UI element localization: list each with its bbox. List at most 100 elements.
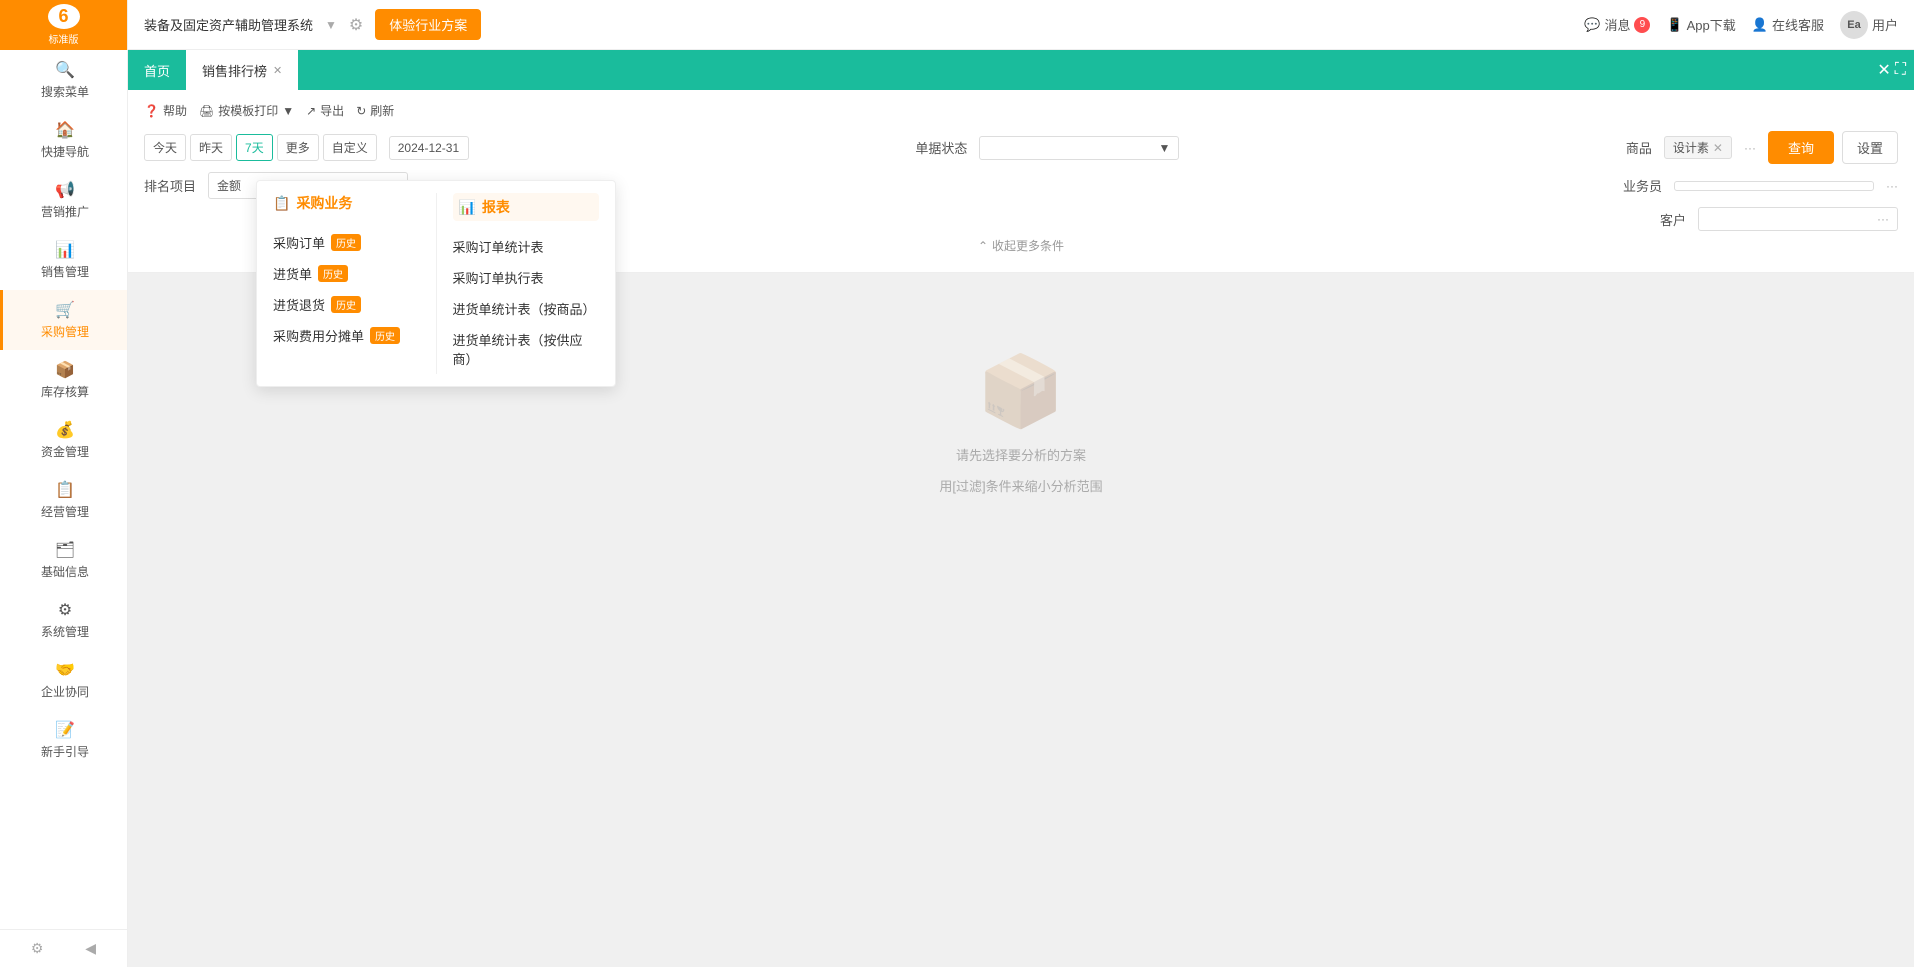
- industry-btn[interactable]: 体验行业方案: [375, 9, 481, 40]
- report-incoming-goods-item[interactable]: 进货单统计表（按商品）: [453, 293, 600, 324]
- finance-icon: 💰: [55, 420, 75, 440]
- sidebar-logo: 6 标准版: [0, 0, 127, 50]
- incoming-item[interactable]: 进货单 历史: [273, 258, 420, 289]
- topbar-dropdown-icon[interactable]: ▼: [325, 18, 337, 32]
- collapse-up-icon: ⌃: [978, 239, 988, 253]
- message-badge: 9: [1634, 17, 1650, 33]
- sales-icon: 📊: [55, 240, 75, 260]
- sidebar-item-system[interactable]: ⚙ 系统管理: [0, 590, 127, 650]
- logo-icon: 6: [48, 4, 80, 29]
- doc-status-label: 单据状态: [915, 138, 967, 157]
- customer-select[interactable]: ···: [1698, 207, 1898, 231]
- sidebar-settings-btn[interactable]: ⚙: [31, 940, 44, 957]
- tab-home[interactable]: 首页: [128, 50, 186, 90]
- sidebar-item-finance[interactable]: 💰 资金管理: [0, 410, 127, 470]
- message-btn[interactable]: 💬 消息 9: [1584, 15, 1650, 34]
- tab-sales-rank[interactable]: 销售排行榜 ✕: [186, 50, 298, 90]
- sidebar-item-search[interactable]: 🔍 搜索菜单: [0, 50, 127, 110]
- filter-toolbar: ❓ 帮助 🖨 按模板打印 ▼ ↗ 导出 ↻ 刷新: [144, 102, 1898, 127]
- report-incoming-supplier-item[interactable]: 进货单统计表（按供应商）: [453, 324, 600, 374]
- online-service-btn[interactable]: 👤 在线客服: [1752, 15, 1824, 34]
- tab-expand-icon[interactable]: ⛶: [1895, 61, 1906, 79]
- purchase-order-badge: 历史: [331, 234, 361, 251]
- dropdown-menu-inner: 📋 采购业务 采购订单 历史 进货单 历史 进货退货 历史: [257, 193, 615, 374]
- dropdown-report-title: 📊 报表: [453, 193, 600, 221]
- rank-label: 排名项目: [144, 176, 196, 195]
- goods-tag-close[interactable]: ✕: [1713, 141, 1723, 155]
- report-order-stat-item[interactable]: 采购订单统计表: [453, 231, 600, 262]
- avatar-abbr: Ea: [1847, 19, 1860, 31]
- user-label: 用户: [1872, 15, 1898, 34]
- sidebar-item-label: 企业协同: [41, 683, 89, 700]
- business-title-label: 采购业务: [296, 193, 352, 213]
- user-menu-btn[interactable]: Ea 用户: [1840, 11, 1898, 39]
- sidebar-item-label: 系统管理: [41, 623, 89, 640]
- date-range-input[interactable]: 2024-12-31: [389, 136, 469, 160]
- purchase-icon: 🛒: [55, 300, 75, 320]
- help-btn[interactable]: ❓ 帮助: [144, 102, 187, 119]
- sidebar-item-sales[interactable]: 📊 销售管理: [0, 230, 127, 290]
- app-download-btn[interactable]: 📱 App下载: [1666, 15, 1735, 34]
- tab-close-all-icon[interactable]: ✕: [1877, 60, 1890, 80]
- search-icon: 🔍: [55, 60, 75, 80]
- expense-badge: 历史: [370, 327, 400, 344]
- empty-icon: 📦: [977, 351, 1064, 433]
- tabbar: 首页 销售排行榜 ✕ ✕ ⛶: [128, 50, 1914, 90]
- sidebar-item-marketing[interactable]: 📢 营销推广: [0, 170, 127, 230]
- expense-item[interactable]: 采购费用分摊单 历史: [273, 320, 420, 351]
- sales-person-select[interactable]: [1674, 181, 1874, 191]
- export-icon: ↗: [306, 104, 316, 118]
- customer-ellipsis[interactable]: ···: [1877, 212, 1889, 226]
- report-order-exec-item[interactable]: 采购订单执行表: [453, 262, 600, 293]
- export-btn[interactable]: ↗ 导出: [306, 102, 344, 119]
- dropdown-business-col: 📋 采购业务 采购订单 历史 进货单 历史 进货退货 历史: [257, 193, 436, 374]
- template-print-btn[interactable]: 🖨 按模板打印 ▼: [199, 102, 294, 119]
- sidebar-item-cooperation[interactable]: 🤝 企业协同: [0, 650, 127, 710]
- doc-status-select[interactable]: ▼: [979, 136, 1179, 160]
- date-btn-today[interactable]: 今天: [144, 134, 186, 161]
- phone-icon: 📱: [1666, 17, 1682, 33]
- goods-label: 商品: [1626, 138, 1652, 157]
- dropdown-report-col: 📊 报表 采购订单统计表 采购订单执行表 进货单统计表（按商品） 进货单统计表（…: [436, 193, 616, 374]
- empty-hint-2: 用[过滤]条件来缩小分析范围: [939, 476, 1102, 495]
- sidebar-item-operations[interactable]: 📋 经营管理: [0, 470, 127, 530]
- set-btn[interactable]: 设置: [1842, 131, 1898, 164]
- refresh-label: 刷新: [370, 102, 394, 119]
- tab-close-icon[interactable]: ✕: [273, 64, 282, 77]
- expense-label: 采购费用分摊单: [273, 326, 364, 345]
- sidebar-item-label: 库存核算: [41, 383, 89, 400]
- return-item[interactable]: 进货退货 历史: [273, 289, 420, 320]
- purchase-order-item[interactable]: 采购订单 历史: [273, 227, 420, 258]
- sidebar-item-label: 新手引导: [41, 743, 89, 760]
- basic-info-icon: 🗂: [55, 540, 75, 560]
- help-label: 帮助: [163, 102, 187, 119]
- date-btn-7days[interactable]: 7天: [236, 134, 273, 161]
- incoming-badge: 历史: [318, 265, 348, 282]
- date-btn-yesterday[interactable]: 昨天: [190, 134, 232, 161]
- goods-tag-text: 设计素: [1673, 139, 1709, 156]
- tabbar-right: ✕ ⛶: [1877, 60, 1914, 80]
- service-icon: 👤: [1752, 17, 1768, 33]
- sales-person-ellipsis[interactable]: ···: [1886, 179, 1898, 193]
- query-btn[interactable]: 查询: [1768, 131, 1834, 164]
- avatar: Ea: [1840, 11, 1868, 39]
- sidebar-item-quick-nav[interactable]: 🏠 快捷导航: [0, 110, 127, 170]
- refresh-btn[interactable]: ↻ 刷新: [356, 102, 394, 119]
- sidebar-item-label: 搜索菜单: [41, 83, 89, 100]
- date-btn-custom[interactable]: 自定义: [323, 134, 377, 161]
- dropdown-business-title: 📋 采购业务: [273, 193, 420, 217]
- sidebar-item-label: 销售管理: [41, 263, 89, 280]
- guide-icon: 📝: [55, 720, 75, 740]
- main-content: 装备及固定资产辅助管理系统 ▼ ⚙ 体验行业方案 💬 消息 9 📱 App下载 …: [128, 0, 1914, 967]
- filter-actions: 查询 设置: [1768, 131, 1898, 164]
- sidebar-item-guide[interactable]: 📝 新手引导: [0, 710, 127, 770]
- goods-ellipsis[interactable]: ···: [1744, 141, 1756, 155]
- sidebar-item-basic-info[interactable]: 🗂 基础信息: [0, 530, 127, 590]
- collapse-text: 收起更多条件: [992, 237, 1064, 254]
- topbar-gear-icon[interactable]: ⚙: [349, 15, 363, 35]
- date-btn-more[interactable]: 更多: [277, 134, 319, 161]
- inventory-icon: 📦: [55, 360, 75, 380]
- sidebar-collapse-btn[interactable]: ◀: [85, 940, 96, 957]
- sidebar-item-purchase[interactable]: 🛒 采购管理: [0, 290, 127, 350]
- sidebar-item-inventory[interactable]: 📦 库存核算: [0, 350, 127, 410]
